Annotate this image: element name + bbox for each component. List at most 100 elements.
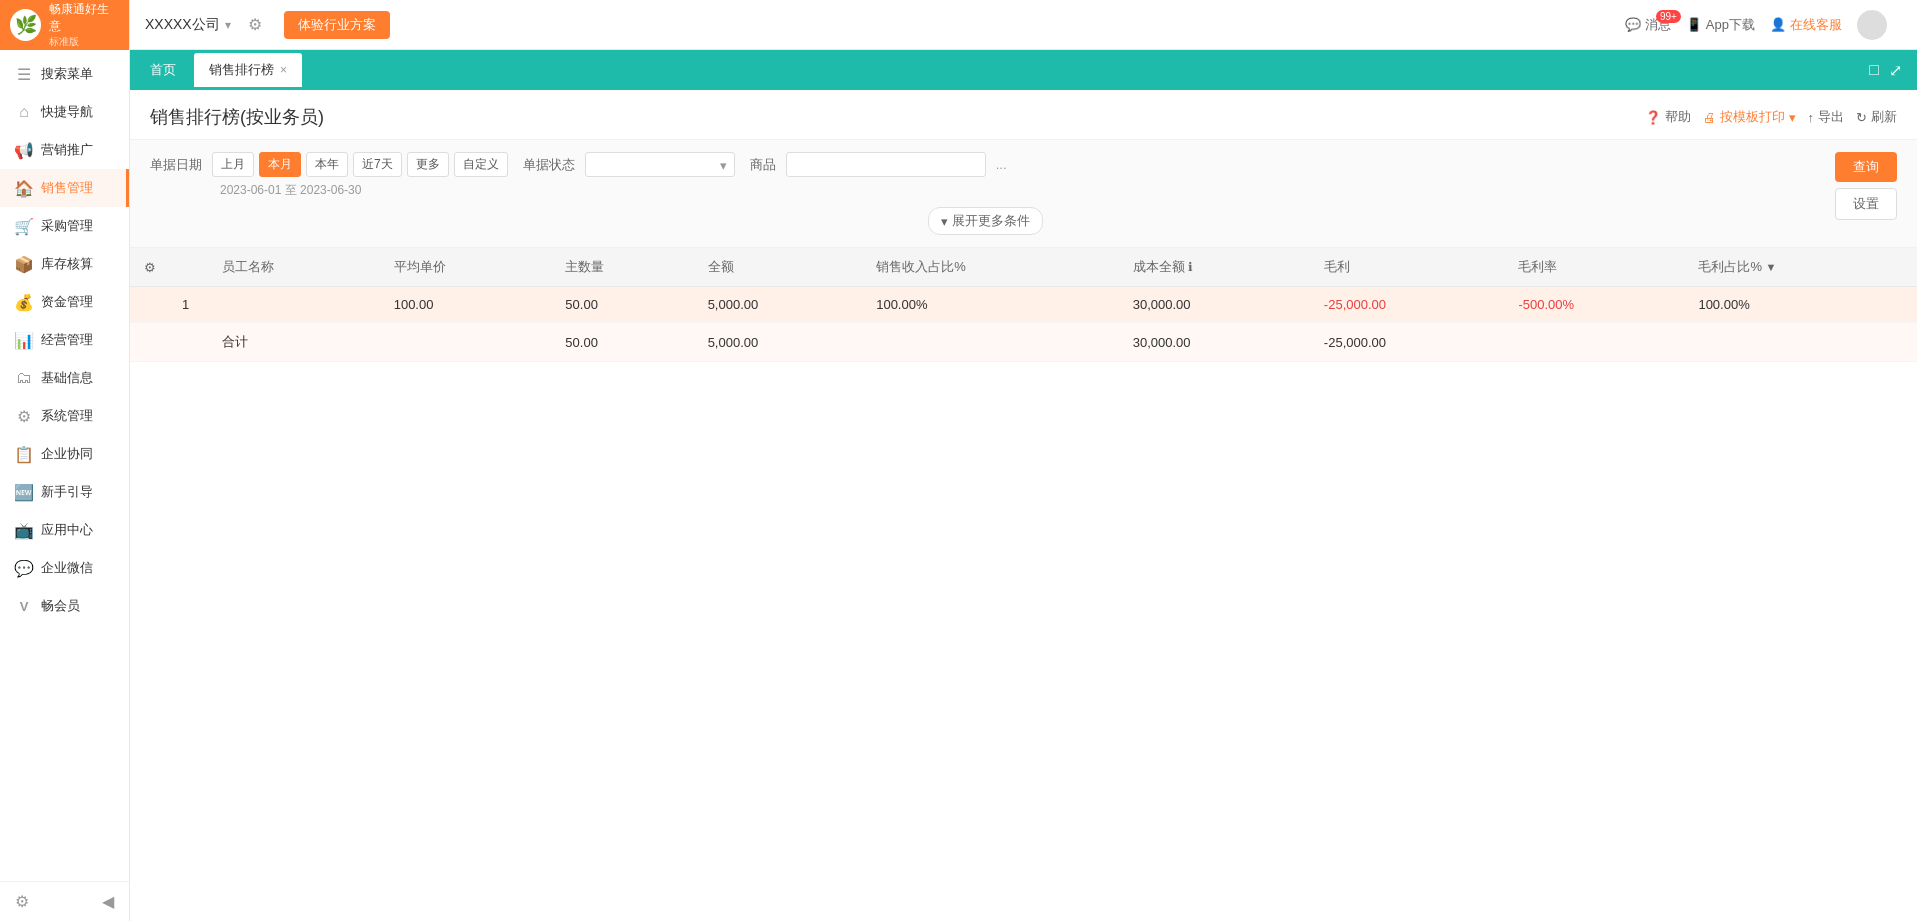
inventory-icon: 📦 bbox=[15, 255, 33, 273]
sidebar-item-sales[interactable]: 🏠 销售管理 bbox=[0, 169, 129, 207]
sidebar: 🌿 畅康通好生意 标准版 ☰ 搜索菜单 ⌂ 快捷导航 📢 营销推广 🏠 销售管理… bbox=[0, 0, 130, 921]
sidebar-item-collab[interactable]: 📋 企业协同 bbox=[0, 435, 129, 473]
row-name bbox=[210, 287, 382, 323]
col-avg-price: 平均单价 bbox=[382, 248, 554, 287]
member-icon: V bbox=[15, 597, 33, 615]
row-profit: -25,000.00 bbox=[1312, 287, 1507, 323]
sidebar-item-basic[interactable]: 🗂 基础信息 bbox=[0, 359, 129, 397]
table-row: 1100.0050.005,000.00100.00%30,000.00-25,… bbox=[130, 287, 1917, 323]
collapse-icon[interactable]: ◀ bbox=[102, 892, 114, 911]
date-filter-label: 单据日期 bbox=[150, 156, 202, 174]
date-btn-more[interactable]: 更多 bbox=[407, 152, 449, 177]
profit-sort-icon[interactable]: ▼ bbox=[1766, 261, 1777, 273]
sidebar-item-search[interactable]: ☰ 搜索菜单 bbox=[0, 55, 129, 93]
sidebar-item-member[interactable]: V 畅会员 bbox=[0, 587, 129, 625]
sidebar-item-inventory[interactable]: 📦 库存核算 bbox=[0, 245, 129, 283]
date-filter-group: 上月 本月 本年 近7天 更多 自定义 bbox=[212, 152, 508, 177]
tab-home[interactable]: 首页 bbox=[135, 53, 191, 87]
status-select[interactable] bbox=[585, 152, 735, 177]
tab-minimize-icon[interactable]: □ bbox=[1869, 61, 1879, 80]
settings-footer-icon[interactable]: ⚙ bbox=[15, 892, 29, 911]
settings-button-filter[interactable]: 设置 bbox=[1835, 188, 1897, 220]
help-button[interactable]: ❓ 帮助 bbox=[1645, 108, 1691, 126]
row-qty: 50.00 bbox=[553, 287, 695, 323]
status-filter-section: 单据状态 bbox=[523, 152, 735, 177]
more-icon[interactable]: ... bbox=[996, 157, 1007, 172]
expand-filter-label: 展开更多条件 bbox=[952, 212, 1030, 230]
row-sales-pct: 100.00% bbox=[864, 287, 1121, 323]
app-download-button[interactable]: 📱 App下载 bbox=[1686, 16, 1755, 34]
online-service-button[interactable]: 👤 在线客服 bbox=[1770, 16, 1842, 34]
sidebar-item-finance[interactable]: 💰 资金管理 bbox=[0, 283, 129, 321]
company-dropdown-arrow: ▾ bbox=[225, 18, 231, 32]
footer-profit-rate bbox=[1506, 323, 1686, 362]
sidebar-item-operations[interactable]: 📊 经营管理 bbox=[0, 321, 129, 359]
goods-input[interactable] bbox=[786, 152, 986, 177]
sidebar-item-purchase[interactable]: 🛒 采购管理 bbox=[0, 207, 129, 245]
header-right: 💬 消息 99+ 📱 App下载 👤 在线客服 bbox=[1625, 10, 1902, 40]
message-button[interactable]: 💬 消息 99+ bbox=[1625, 16, 1671, 34]
trial-button[interactable]: 体验行业方案 bbox=[284, 11, 390, 39]
logo-badge: 标准版 bbox=[49, 35, 119, 49]
refresh-button[interactable]: ↻ 刷新 bbox=[1856, 108, 1897, 126]
sidebar-item-label: 基础信息 bbox=[41, 369, 93, 387]
sidebar-item-system[interactable]: ⚙ 系统管理 bbox=[0, 397, 129, 435]
tab-label: 销售排行榜 bbox=[209, 61, 274, 79]
print-button[interactable]: 🖨 按模板打印 ▾ bbox=[1703, 108, 1796, 126]
footer-sales-pct bbox=[864, 323, 1121, 362]
sidebar-item-apps[interactable]: 📺 应用中心 bbox=[0, 511, 129, 549]
operations-icon: 📊 bbox=[15, 331, 33, 349]
date-range-row: 2023-06-01 至 2023-06-30 bbox=[150, 182, 1820, 199]
goods-filter-section: 商品 ... bbox=[750, 152, 1007, 177]
sidebar-item-label: 企业协同 bbox=[41, 445, 93, 463]
page-content: 销售排行榜(按业务员) ❓ 帮助 🖨 按模板打印 ▾ ↑ 导出 ↻ 刷新 bbox=[130, 90, 1917, 921]
date-btn-7days[interactable]: 近7天 bbox=[353, 152, 402, 177]
date-filter-section: 单据日期 上月 本月 本年 近7天 更多 自定义 bbox=[150, 152, 508, 177]
col-name: 员工名称 bbox=[210, 248, 382, 287]
footer-amount: 5,000.00 bbox=[696, 323, 865, 362]
cost-info-icon[interactable]: ℹ bbox=[1188, 260, 1193, 274]
export-button[interactable]: ↑ 导出 bbox=[1808, 108, 1845, 126]
date-range-display: 2023-06-01 至 2023-06-30 bbox=[220, 182, 361, 199]
sidebar-item-guide[interactable]: 🆕 新手引导 bbox=[0, 473, 129, 511]
sidebar-item-label: 库存核算 bbox=[41, 255, 93, 273]
tab-expand-icon[interactable]: ⤢ bbox=[1889, 61, 1902, 80]
row-amount: 5,000.00 bbox=[696, 287, 865, 323]
status-filter-label: 单据状态 bbox=[523, 156, 575, 174]
row-settings[interactable] bbox=[130, 287, 170, 323]
system-icon: ⚙ bbox=[15, 407, 33, 425]
app-icon: 📱 bbox=[1686, 17, 1702, 32]
footer-profit: -25,000.00 bbox=[1312, 323, 1507, 362]
col-settings[interactable]: ⚙ bbox=[130, 248, 170, 287]
sidebar-item-label: 资金管理 bbox=[41, 293, 93, 311]
expand-filter-button[interactable]: ▾ 展开更多条件 bbox=[928, 207, 1043, 235]
row-avg-price: 100.00 bbox=[382, 287, 554, 323]
sidebar-item-marketing[interactable]: 📢 营销推广 bbox=[0, 131, 129, 169]
print-dropdown-icon: ▾ bbox=[1789, 110, 1796, 125]
query-button[interactable]: 查询 bbox=[1835, 152, 1897, 182]
date-btn-this-year[interactable]: 本年 bbox=[306, 152, 348, 177]
sidebar-item-quick-nav[interactable]: ⌂ 快捷导航 bbox=[0, 93, 129, 131]
message-icon: 💬 bbox=[1625, 17, 1641, 32]
logo-icon: 🌿 bbox=[10, 9, 41, 41]
tab-bar-actions: □ ⤢ bbox=[1869, 61, 1912, 80]
settings-button[interactable]: ⚙ bbox=[241, 11, 269, 39]
tab-close-icon[interactable]: × bbox=[280, 63, 287, 77]
sidebar-item-wechat[interactable]: 💬 企业微信 bbox=[0, 549, 129, 587]
chevron-down-icon: ▾ bbox=[941, 214, 948, 229]
row-profit-rate: -500.00% bbox=[1506, 287, 1686, 323]
row-rank: 1 bbox=[170, 287, 210, 323]
sidebar-item-label: 搜索菜单 bbox=[41, 65, 93, 83]
refresh-label: 刷新 bbox=[1871, 108, 1897, 126]
tab-sales-ranking[interactable]: 销售排行榜 × bbox=[194, 53, 302, 87]
date-btn-this-month[interactable]: 本月 bbox=[259, 152, 301, 177]
col-profit-rate: 毛利率 bbox=[1506, 248, 1686, 287]
sidebar-item-label: 应用中心 bbox=[41, 521, 93, 539]
date-btn-custom[interactable]: 自定义 bbox=[454, 152, 508, 177]
filter-row: 单据日期 上月 本月 本年 近7天 更多 自定义 bbox=[150, 152, 1820, 177]
col-qty: 主数量 bbox=[553, 248, 695, 287]
company-selector[interactable]: XXXXX公司 ▾ bbox=[145, 16, 231, 34]
avatar[interactable] bbox=[1857, 10, 1887, 40]
apps-icon: 📺 bbox=[15, 521, 33, 539]
date-btn-last-month[interactable]: 上月 bbox=[212, 152, 254, 177]
